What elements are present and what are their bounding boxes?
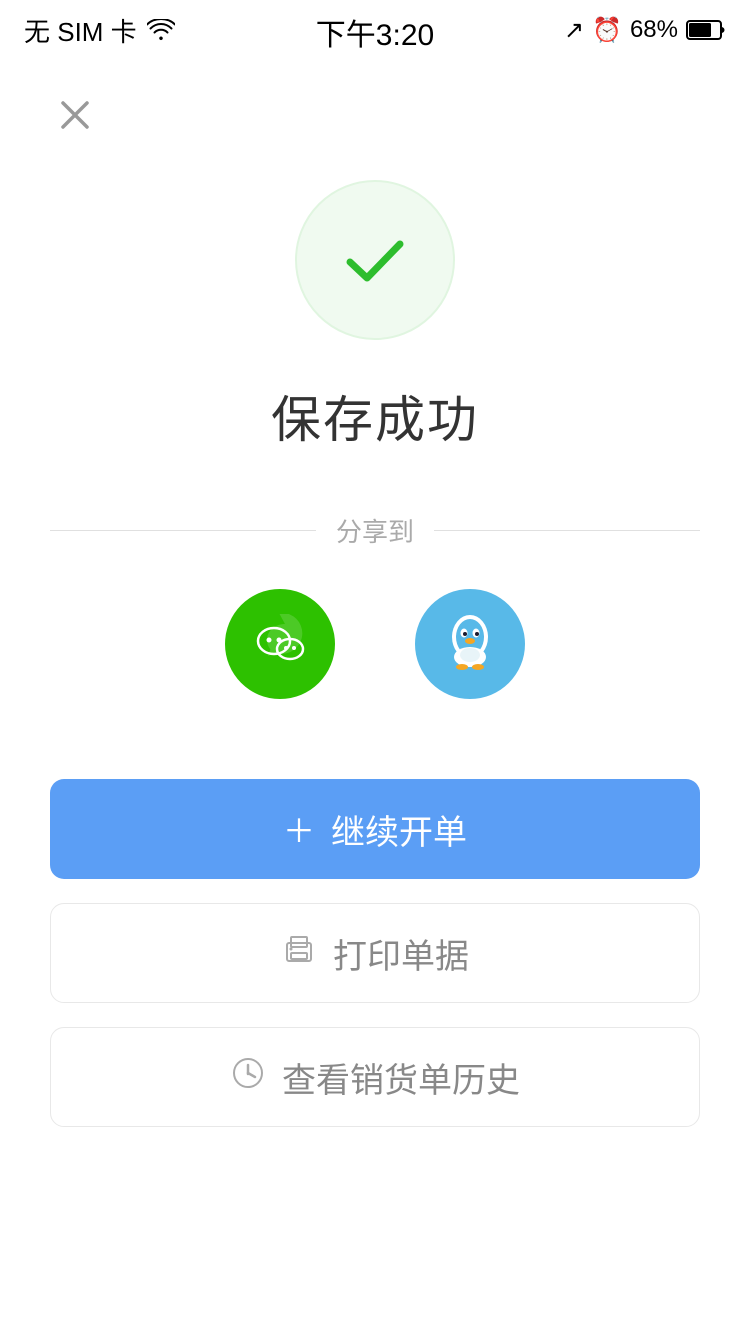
divider-right [434,530,700,531]
status-left: 无 SIM 卡 [24,12,175,49]
battery-icon [686,19,726,41]
carrier-label: 无 SIM 卡 [24,12,137,49]
success-circle [295,180,455,340]
checkmark-icon [335,220,415,300]
divider-left [50,530,316,531]
wechat-icon [247,614,313,674]
close-button[interactable] [50,90,100,140]
plus-icon: ＋ [283,806,315,852]
history-label: 查看销货单历史 [282,1053,520,1102]
share-divider: 分享到 [50,512,700,549]
share-label: 分享到 [316,512,434,549]
alarm-icon: ⏰ [592,16,622,45]
success-area: 保存成功 [50,180,700,452]
qq-icon [437,609,503,679]
wechat-share-button[interactable] [225,589,335,699]
history-button[interactable]: 查看销货单历史 [50,1027,700,1127]
battery-label: 68% [630,16,678,44]
clock-icon [230,1055,266,1099]
location-icon: ↗ [564,16,584,45]
status-bar: 无 SIM 卡 下午3:20 ↗ ⏰ 68% [0,0,750,60]
status-time: 下午3:20 [316,10,434,54]
share-icons [50,589,700,699]
print-icon [281,931,317,975]
continue-label: 继续开单 [331,805,467,854]
status-right: ↗ ⏰ 68% [564,16,726,45]
continue-button[interactable]: ＋ 继续开单 [50,779,700,879]
wifi-icon [147,19,175,41]
actions: ＋ 继续开单 打印单据 [50,779,700,1127]
qq-share-button[interactable] [415,589,525,699]
main-content: 保存成功 分享到 [0,60,750,1127]
print-button[interactable]: 打印单据 [50,903,700,1003]
print-label: 打印单据 [333,929,469,978]
success-title: 保存成功 [271,380,479,452]
